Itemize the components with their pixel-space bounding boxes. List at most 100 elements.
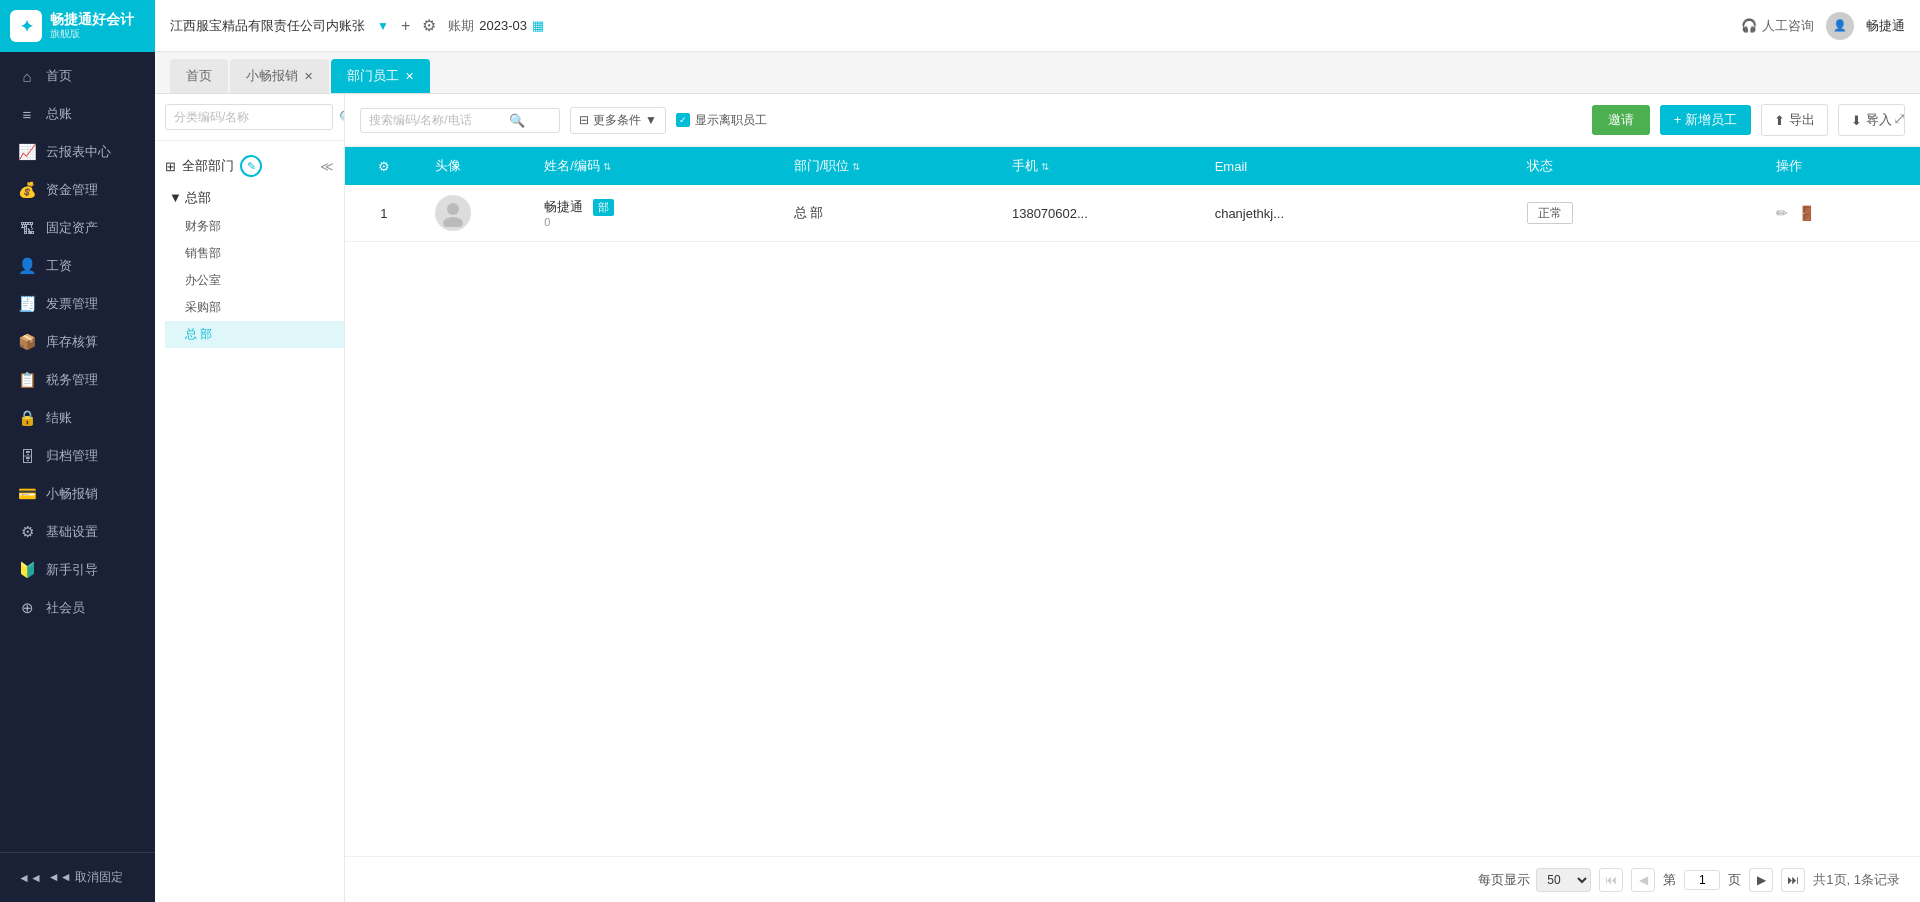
- topbar-settings-icon[interactable]: ⚙: [422, 16, 436, 35]
- col-phone[interactable]: 手机: [1000, 147, 1203, 185]
- sidebar-item-expense[interactable]: 💳 小畅报销: [0, 475, 155, 513]
- sidebar-item-label: 小畅报销: [46, 485, 98, 503]
- sidebar-item-more[interactable]: ⊕ 社会员: [0, 589, 155, 627]
- assets-icon: 🏗: [18, 220, 36, 237]
- employee-search-icon[interactable]: 🔍: [509, 113, 525, 128]
- invite-button[interactable]: 邀请: [1592, 105, 1650, 135]
- page-last-button[interactable]: ⏭: [1781, 868, 1805, 892]
- dept-edit-badge[interactable]: ✎: [240, 155, 262, 177]
- calendar-icon[interactable]: ▦: [532, 18, 544, 33]
- per-page-select[interactable]: 50 20 100: [1536, 868, 1591, 892]
- guide-icon: 🔰: [18, 561, 36, 579]
- filter-label: 更多条件: [593, 112, 641, 129]
- row-name-cell: 畅捷通 部 0: [532, 185, 782, 242]
- dept-search-input[interactable]: [165, 104, 333, 130]
- company-dropdown-icon[interactable]: ▼: [377, 19, 389, 33]
- employee-search-bar: 🔍: [360, 108, 560, 133]
- department-panel: 🔍 ⊞ 全部部门 ✎ ≪ ▼ 总部 财务部 销售部 办公室 采购部 总 部: [155, 94, 345, 902]
- sidebar-item-ledger[interactable]: ≡ 总账: [0, 95, 155, 133]
- pagination-bar: 每页显示 50 20 100 ⏮ ◀ 第 页 ▶ ⏭ 共1页, 1条记录: [345, 856, 1920, 902]
- human-service-button[interactable]: 🎧 人工咨询: [1741, 17, 1814, 35]
- sidebar-item-assets[interactable]: 🏗 固定资产: [0, 209, 155, 247]
- row-index: 1: [345, 185, 423, 242]
- col-email: Email: [1203, 147, 1515, 185]
- edit-icon[interactable]: ✏: [1776, 205, 1788, 221]
- employee-search-input[interactable]: [369, 113, 509, 127]
- sidebar-bottom: ◄◄ ◄◄ 取消固定: [0, 852, 155, 902]
- export-label: 导出: [1789, 111, 1815, 129]
- employee-toolbar: 🔍 ⊟ 更多条件 ▼ ✓ 显示离职员工 邀请 + 新增员工 ⬆ 导出: [345, 94, 1920, 147]
- tab-expense-close[interactable]: ✕: [304, 70, 313, 83]
- period-label: 账期: [448, 17, 474, 35]
- sidebar-item-close-books[interactable]: 🔒 结账: [0, 399, 155, 437]
- content-area: 🔍 ⊞ 全部部门 ✎ ≪ ▼ 总部 财务部 销售部 办公室 采购部 总 部: [155, 94, 1920, 902]
- sidebar-item-payroll[interactable]: 👤 工资: [0, 247, 155, 285]
- more-filter-button[interactable]: ⊟ 更多条件 ▼: [570, 107, 666, 134]
- app-logo: ✦ 畅捷通好会计 旗舰版: [0, 0, 155, 52]
- close-books-icon: 🔒: [18, 409, 36, 427]
- delete-icon[interactable]: 🚪: [1798, 205, 1815, 221]
- inventory-icon: 📦: [18, 333, 36, 351]
- tab-dept-employee[interactable]: 部门员工 ✕: [331, 59, 430, 93]
- dept-group-headquarters[interactable]: ▼ 总部: [155, 183, 344, 213]
- dept-item-finance[interactable]: 财务部: [165, 213, 344, 240]
- tab-dept-employee-close[interactable]: ✕: [405, 70, 414, 83]
- sidebar-item-guide[interactable]: 🔰 新手引导: [0, 551, 155, 589]
- sidebar-item-label: 固定资产: [46, 219, 98, 237]
- show-resigned-toggle[interactable]: ✓ 显示离职员工: [676, 112, 767, 129]
- page-number-input[interactable]: [1684, 870, 1720, 890]
- filter-chevron-icon: ▼: [645, 113, 657, 127]
- dept-item-office[interactable]: 办公室: [165, 267, 344, 294]
- action-icons-group: ✏ 🚪: [1776, 205, 1908, 221]
- row-phone-cell: 138070602...: [1000, 185, 1203, 242]
- tab-expense[interactable]: 小畅报销 ✕: [230, 59, 329, 93]
- dept-item-general[interactable]: 总 部: [165, 321, 344, 348]
- close-window-button[interactable]: ✕: [1860, 107, 1882, 129]
- dept-collapse-icon[interactable]: ≪: [320, 159, 334, 174]
- employee-dept-badge: 部: [593, 199, 614, 216]
- employee-dept: 总 部: [794, 205, 824, 220]
- page-next-button[interactable]: ▶: [1749, 868, 1773, 892]
- sidebar-item-funds[interactable]: 💰 资金管理: [0, 171, 155, 209]
- add-company-icon[interactable]: +: [401, 17, 410, 35]
- sidebar-item-archive[interactable]: 🗄 归档管理: [0, 437, 155, 475]
- archive-icon: 🗄: [18, 448, 36, 465]
- cancel-pin-button[interactable]: ◄◄ ◄◄ 取消固定: [10, 863, 145, 892]
- sidebar-item-label: 资金管理: [46, 181, 98, 199]
- period-value: 2023-03: [479, 18, 527, 33]
- payroll-icon: 👤: [18, 257, 36, 275]
- export-button[interactable]: ⬆ 导出: [1761, 104, 1828, 136]
- employee-name: 畅捷通: [544, 198, 583, 216]
- show-resigned-label: 显示离职员工: [695, 112, 767, 129]
- sidebar-item-label: 税务管理: [46, 371, 98, 389]
- main-area: 江西服宝精品有限责任公司内账张 ▼ + ⚙ 账期 2023-03 ▦ 🎧 人工咨…: [155, 0, 1920, 902]
- sidebar-item-home[interactable]: ⌂ 首页: [0, 57, 155, 95]
- col-name[interactable]: 姓名/编码: [532, 147, 782, 185]
- sidebar-item-label: 总账: [46, 105, 72, 123]
- tab-home[interactable]: 首页: [170, 59, 228, 93]
- sidebar-item-tax[interactable]: 📋 税务管理: [0, 361, 155, 399]
- headphone-icon: 🎧: [1741, 18, 1757, 33]
- all-departments-item[interactable]: ⊞ 全部部门 ✎ ≪: [155, 149, 344, 183]
- sidebar-item-settings[interactable]: ⚙ 基础设置: [0, 513, 155, 551]
- sidebar-item-reports[interactable]: 📈 云报表中心: [0, 133, 155, 171]
- home-icon: ⌂: [18, 68, 36, 85]
- col-dept[interactable]: 部门/职位: [782, 147, 1000, 185]
- page-prev-button[interactable]: ◀: [1631, 868, 1655, 892]
- tab-expense-label: 小畅报销: [246, 67, 298, 85]
- dept-item-purchase[interactable]: 采购部: [165, 294, 344, 321]
- expand-window-button[interactable]: ⤢: [1888, 107, 1910, 129]
- employee-avatar: [435, 195, 471, 231]
- page-first-button[interactable]: ⏮: [1599, 868, 1623, 892]
- col-gear[interactable]: ⚙: [345, 147, 423, 185]
- show-resigned-checkbox[interactable]: ✓: [676, 113, 690, 127]
- app-edition: 旗舰版: [50, 27, 134, 41]
- employee-status-badge: 正常: [1527, 202, 1573, 224]
- row-avatar-cell: [423, 185, 532, 242]
- sidebar-item-invoice[interactable]: 🧾 发票管理: [0, 285, 155, 323]
- sidebar-item-inventory[interactable]: 📦 库存核算: [0, 323, 155, 361]
- svg-point-0: [447, 203, 459, 215]
- per-page-group: 每页显示 50 20 100: [1478, 868, 1591, 892]
- add-employee-button[interactable]: + 新增员工: [1660, 105, 1751, 135]
- dept-item-sales[interactable]: 销售部: [165, 240, 344, 267]
